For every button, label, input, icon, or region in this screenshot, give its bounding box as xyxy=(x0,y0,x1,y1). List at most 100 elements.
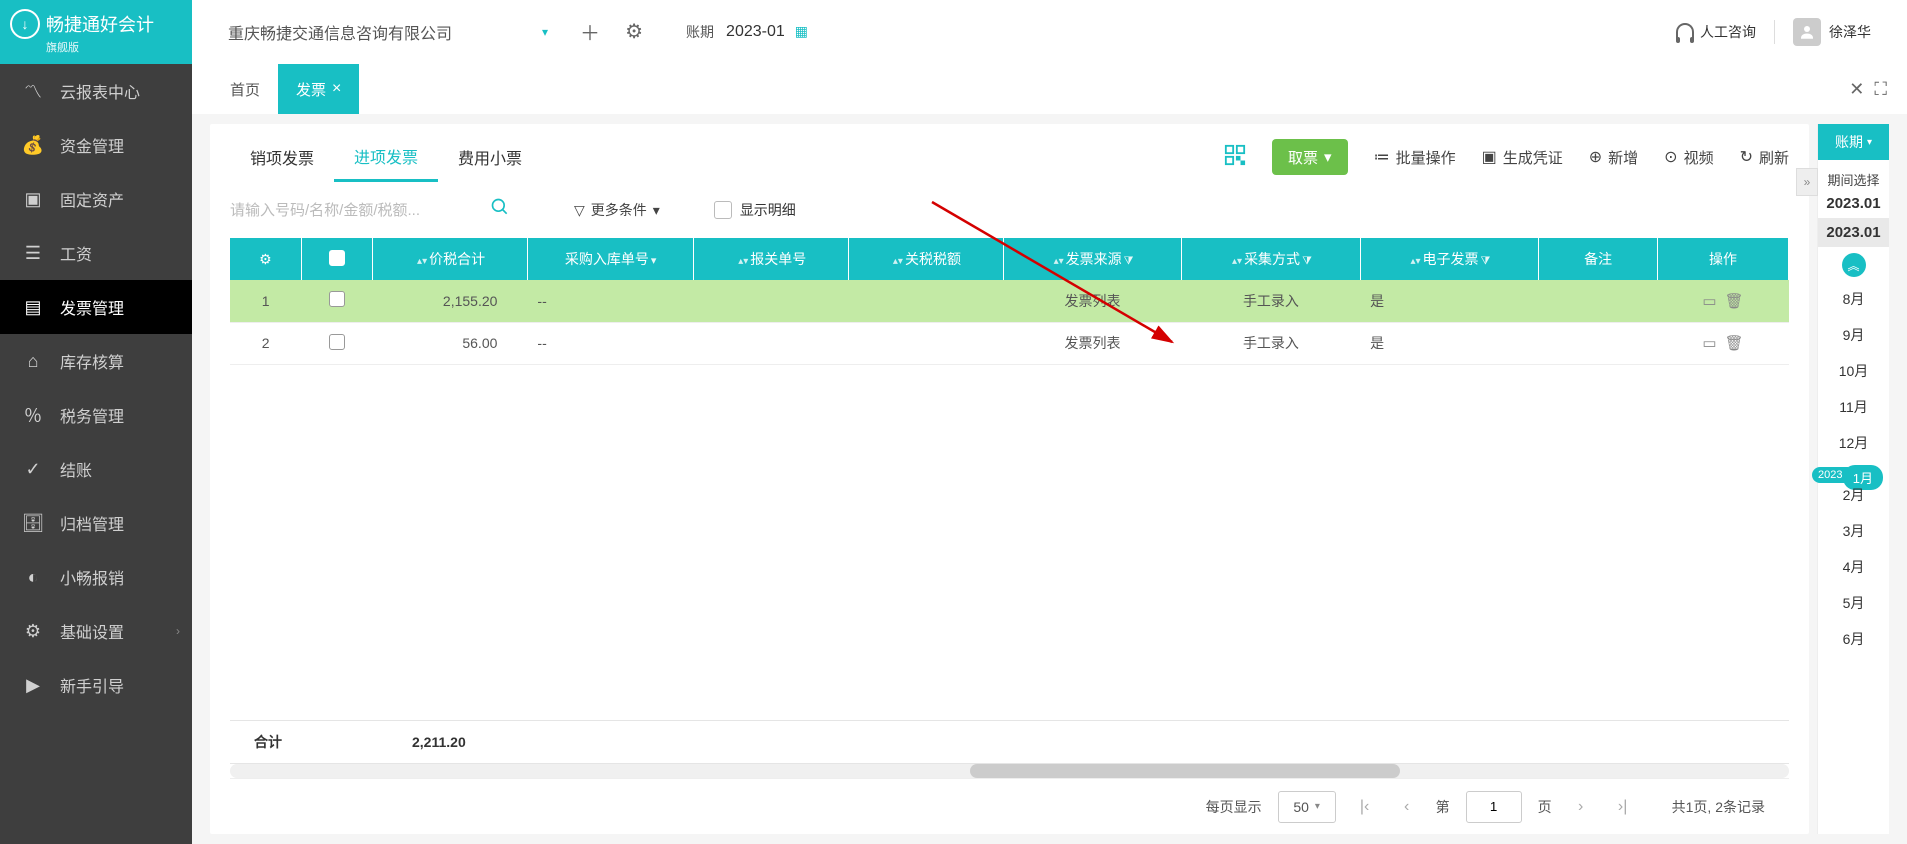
fetch-invoice-button[interactable]: 取票▾ xyxy=(1272,139,1348,175)
col-remark[interactable]: 备注 xyxy=(1539,238,1658,280)
row-checkbox[interactable] xyxy=(329,291,345,307)
col-customs-no[interactable]: ▴▾报关单号 xyxy=(694,238,849,280)
gear-icon[interactable]: ⚙ xyxy=(618,16,650,48)
period-month[interactable]: 12月 xyxy=(1818,429,1889,457)
col-source[interactable]: ▴▾发票来源⧩ xyxy=(1003,238,1181,280)
page-size-select[interactable]: 50▾ xyxy=(1278,791,1336,823)
sidebar-item-report[interactable]: 〽云报表中心 xyxy=(0,64,192,118)
period-head[interactable]: 账期▾ xyxy=(1818,124,1889,160)
period-month[interactable]: 3月 xyxy=(1818,517,1889,545)
sidebar-item-invoice[interactable]: ▤发票管理 xyxy=(0,280,192,334)
tax-icon: ％ xyxy=(22,404,44,426)
last-page-button[interactable]: ›| xyxy=(1610,794,1636,820)
row-checkbox[interactable] xyxy=(329,334,345,350)
filter-icon[interactable]: ⧩ xyxy=(1302,255,1312,267)
qr-icon[interactable] xyxy=(1224,144,1246,171)
delete-icon[interactable]: 🗑 xyxy=(1725,335,1744,352)
add-icon[interactable]: ＋ xyxy=(574,16,606,48)
batch-action[interactable]: ≔批量操作 xyxy=(1374,147,1456,168)
filter-icon[interactable]: ▾ xyxy=(651,255,657,267)
close-all-icon[interactable]: ✕ xyxy=(1849,79,1864,100)
sidebar-item-archive[interactable]: 🗄归档管理 xyxy=(0,496,192,550)
col-einvoice[interactable]: ▴▾电子发票⧩ xyxy=(1360,238,1538,280)
filter-icon[interactable]: ⧩ xyxy=(1124,255,1134,267)
more-filters[interactable]: ▽更多条件▾ xyxy=(574,200,660,220)
first-page-button[interactable]: |‹ xyxy=(1352,794,1378,820)
calendar-icon[interactable]: ▦ xyxy=(795,23,808,40)
col-customs-tax[interactable]: ▴▾关税税额 xyxy=(849,238,1004,280)
scroll-up-icon[interactable]: ︽ xyxy=(1842,253,1866,277)
period-label: 账期 xyxy=(686,22,714,42)
add-invoice[interactable]: ⊕新增 xyxy=(1589,147,1638,168)
col-purchase-no[interactable]: 采购入库单号▾ xyxy=(527,238,694,280)
tab-invoice[interactable]: 发票× xyxy=(278,64,359,114)
chevron-down-icon[interactable]: ▾ xyxy=(542,25,548,39)
checkbox-icon[interactable] xyxy=(714,201,732,219)
chart-icon: 〽 xyxy=(22,80,44,102)
prev-page-button[interactable]: ‹ xyxy=(1394,794,1420,820)
video-help[interactable]: ⊙视频 xyxy=(1664,147,1713,168)
col-select-all[interactable] xyxy=(301,238,372,280)
sidebar-item-tax[interactable]: ％税务管理 xyxy=(0,388,192,442)
support-link[interactable]: 人工咨询 xyxy=(1700,22,1756,42)
company-selector[interactable]: 重庆畅捷交通信息咨询有限公司 xyxy=(228,20,452,44)
show-detail-toggle[interactable]: 显示明细 xyxy=(714,200,796,220)
sidebar-item-closing[interactable]: ✓结账 xyxy=(0,442,192,496)
period-month-current[interactable]: 2023 1月 xyxy=(1818,465,1889,473)
sidebar-item-stock[interactable]: ⌂库存核算 xyxy=(0,334,192,388)
table-row[interactable]: 1 2,155.20 -- 发票列表 手工录入 是 ▭🗑 xyxy=(230,280,1789,322)
close-icon[interactable]: × xyxy=(332,80,341,98)
subtab-sales[interactable]: 销项发票 xyxy=(230,132,334,182)
period-value[interactable]: 2023-01 xyxy=(726,23,785,41)
sidebar-item-asset[interactable]: ▣固定资产 xyxy=(0,172,192,226)
period-month[interactable]: 9月 xyxy=(1818,321,1889,349)
period-month[interactable]: 8月 xyxy=(1818,285,1889,313)
period-year[interactable]: 2023.01 xyxy=(1818,218,1889,247)
chevron-down-icon: ▾ xyxy=(1867,137,1872,148)
sidebar-item-fund[interactable]: 💰资金管理 xyxy=(0,118,192,172)
horizontal-scrollbar[interactable] xyxy=(230,764,1789,778)
period-title: 期间选择 xyxy=(1827,170,1879,189)
col-amount[interactable]: ▴▾价税合计 xyxy=(373,238,528,280)
search-box xyxy=(230,197,510,223)
col-settings[interactable]: ⚙ xyxy=(230,238,301,280)
salary-icon: ☰ xyxy=(22,242,44,264)
view-icon[interactable]: ▭ xyxy=(1702,335,1716,352)
view-icon[interactable]: ▭ xyxy=(1702,293,1716,310)
subtab-purchase[interactable]: 进项发票 xyxy=(334,132,438,182)
user-name[interactable]: 徐泽华 xyxy=(1829,22,1871,42)
period-month[interactable]: 10月 xyxy=(1818,357,1889,385)
period-month[interactable]: 11月 xyxy=(1818,393,1889,421)
sidebar-item-salary[interactable]: ☰工资 xyxy=(0,226,192,280)
user-avatar-icon[interactable] xyxy=(1793,18,1821,46)
fullscreen-icon[interactable]: ⛶ xyxy=(1874,79,1887,100)
period-month[interactable]: 2月 xyxy=(1818,481,1889,509)
sidebar-item-guide[interactable]: ▶新手引导 xyxy=(0,658,192,712)
col-collect[interactable]: ▴▾采集方式⧩ xyxy=(1182,238,1360,280)
next-page-button[interactable]: › xyxy=(1568,794,1594,820)
period-year[interactable]: 2023.01 xyxy=(1826,189,1880,218)
collapse-panel-icon[interactable]: » xyxy=(1796,168,1818,196)
divider xyxy=(1774,20,1775,44)
filter-icon[interactable]: ⧩ xyxy=(1481,255,1491,267)
sidebar-item-settings[interactable]: ⚙基础设置› xyxy=(0,604,192,658)
refresh[interactable]: ↻刷新 xyxy=(1740,147,1789,168)
gen-voucher[interactable]: ▣生成凭证 xyxy=(1482,147,1563,168)
period-month[interactable]: 6月 xyxy=(1818,625,1889,653)
period-month[interactable]: 5月 xyxy=(1818,589,1889,617)
sidebar-item-reimburse[interactable]: ◐小畅报销 xyxy=(0,550,192,604)
search-icon[interactable] xyxy=(490,197,510,223)
delete-icon[interactable]: 🗑 xyxy=(1725,293,1744,310)
tab-home[interactable]: 首页 xyxy=(212,64,278,114)
page-input[interactable] xyxy=(1466,791,1522,823)
search-input[interactable] xyxy=(230,202,490,219)
filter-icon: ▽ xyxy=(574,202,585,219)
stock-icon: ⌂ xyxy=(22,350,44,372)
total-row: 合计 2,211.20 xyxy=(230,720,1789,764)
subtab-expense[interactable]: 费用小票 xyxy=(438,132,542,182)
invoice-table: ⚙ ▴▾价税合计 采购入库单号▾ ▴▾报关单号 ▴▾关税税额 ▴▾发票来源⧩ ▴… xyxy=(230,238,1789,365)
table-row[interactable]: 2 56.00 -- 发票列表 手工录入 是 ▭🗑 xyxy=(230,322,1789,364)
header: 重庆畅捷交通信息咨询有限公司 ▾ ＋ ⚙ 账期 2023-01 ▦ 人工咨询 徐… xyxy=(0,0,1907,64)
period-panel: » 账期▾ 期间选择 2023.01 2023.01 ︽ 8月 9月 10月 1… xyxy=(1817,124,1889,834)
period-month[interactable]: 4月 xyxy=(1818,553,1889,581)
